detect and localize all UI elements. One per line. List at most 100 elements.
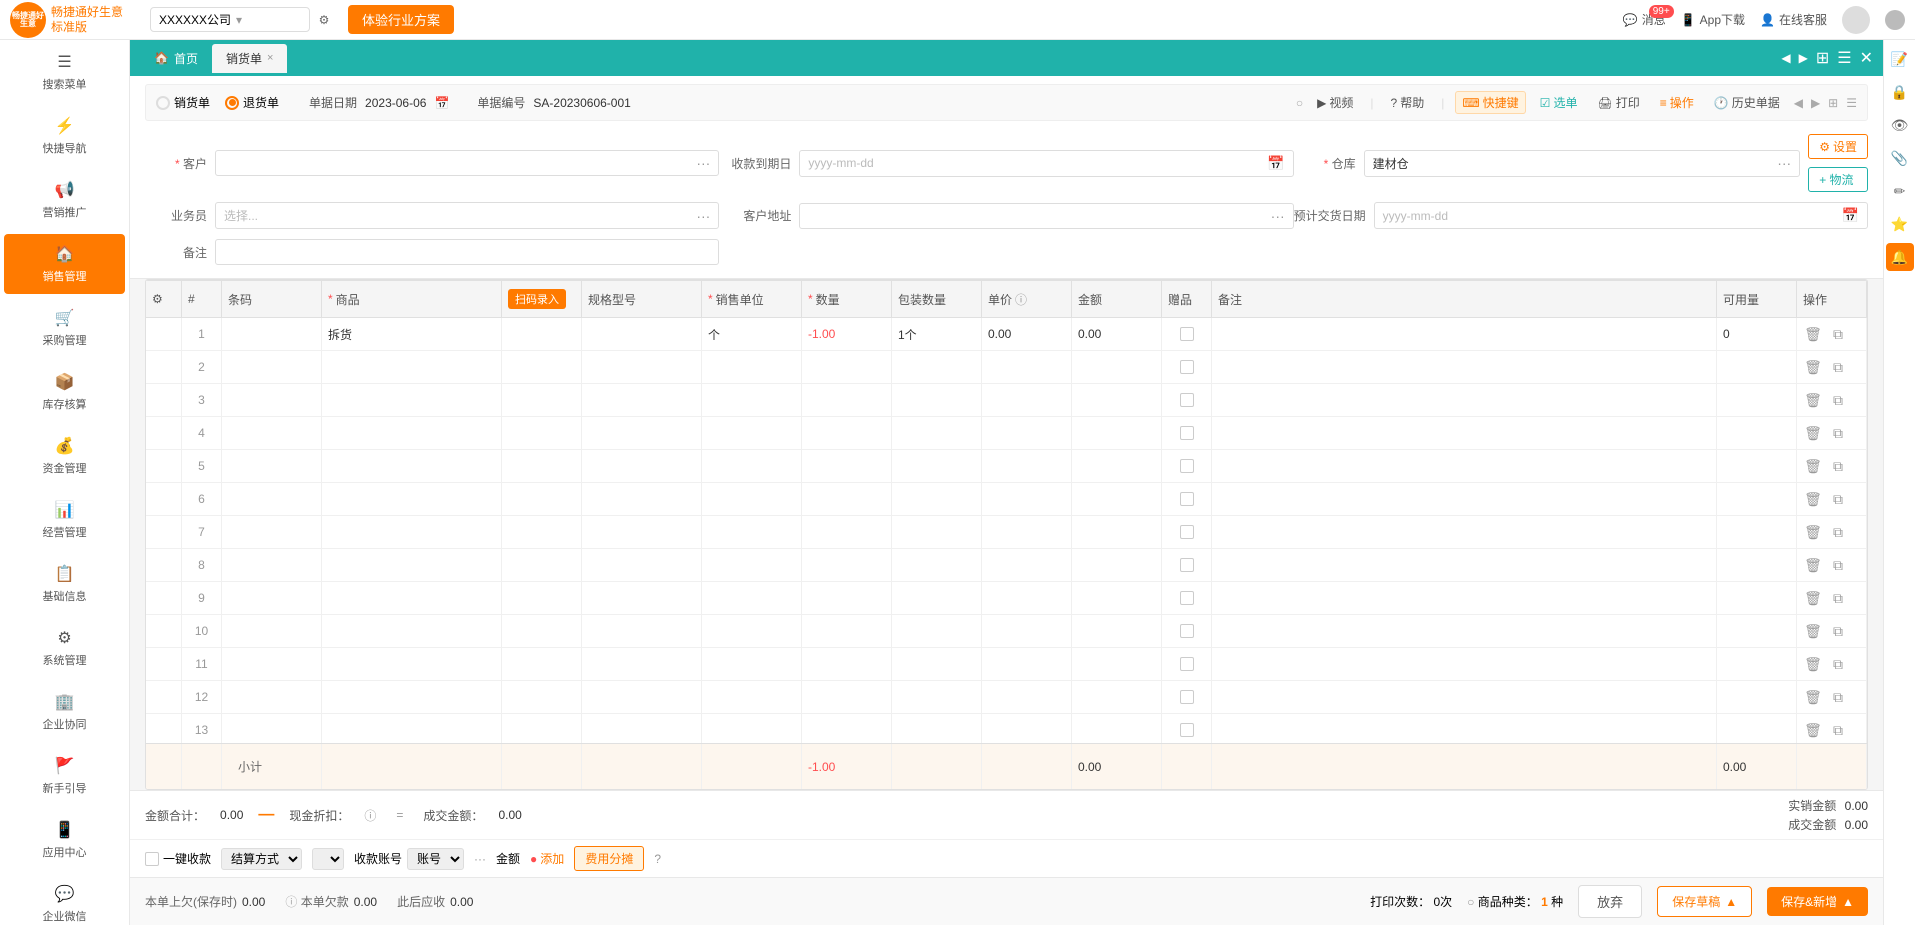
- td-product-2[interactable]: [322, 351, 502, 383]
- video-btn[interactable]: ▶ 视频: [1311, 91, 1359, 114]
- grid-view-icon[interactable]: ⊞: [1816, 48, 1829, 68]
- td-gift-3[interactable]: [1162, 384, 1212, 416]
- trial-button[interactable]: 体验行业方案: [348, 5, 454, 34]
- tab-close-icon[interactable]: ×: [267, 52, 273, 64]
- delete-icon-2[interactable]: 🗑: [1803, 357, 1823, 377]
- delete-icon-13[interactable]: 🗑: [1803, 720, 1823, 740]
- td-qty-2[interactable]: [802, 351, 892, 383]
- delete-icon-7[interactable]: 🗑: [1803, 522, 1823, 542]
- nav-right-icon[interactable]: ▶: [1811, 96, 1820, 110]
- sidebar-item-basic-info[interactable]: 📋 基础信息: [4, 554, 125, 614]
- customer-addr-input[interactable]: ···: [799, 203, 1293, 229]
- settlement-method-select2[interactable]: [312, 848, 344, 870]
- td-barcode-2[interactable]: [222, 351, 322, 383]
- history-btn[interactable]: 🕐 历史单据: [1708, 91, 1786, 114]
- delivery-date-calendar-icon[interactable]: 📅: [1842, 207, 1859, 224]
- add-button[interactable]: ● 添加: [530, 850, 564, 867]
- copy-icon-8[interactable]: ⧉: [1828, 555, 1848, 575]
- expense-split-button[interactable]: 费用分摊: [574, 846, 644, 871]
- warehouse-input[interactable]: 建材仓 ···: [1364, 150, 1801, 177]
- avatar-extra[interactable]: [1885, 10, 1905, 30]
- avatar[interactable]: [1842, 6, 1870, 34]
- gift-checkbox-2[interactable]: [1180, 360, 1194, 374]
- nav-prev-icon[interactable]: ◀: [1781, 51, 1790, 65]
- delete-icon-9[interactable]: 🗑: [1803, 588, 1823, 608]
- td-remark-3[interactable]: [1212, 384, 1717, 416]
- gift-checkbox-1[interactable]: [1180, 327, 1194, 341]
- delete-icon-8[interactable]: 🗑: [1803, 555, 1823, 575]
- gift-checkbox-3[interactable]: [1180, 393, 1194, 407]
- sidebar-item-search-order[interactable]: ☰ 搜索菜单: [4, 42, 125, 102]
- td-unit-2[interactable]: [702, 351, 802, 383]
- td-gift-2[interactable]: [1162, 351, 1212, 383]
- one-click-checkbox[interactable]: [145, 852, 159, 866]
- copy-icon-10[interactable]: ⧉: [1828, 621, 1848, 641]
- discard-button[interactable]: 放弃: [1578, 885, 1642, 918]
- copy-icon-1[interactable]: ⧉: [1828, 324, 1848, 344]
- warehouse-dots-icon[interactable]: ···: [1777, 155, 1791, 171]
- flow-button[interactable]: + 物流: [1808, 167, 1868, 192]
- radio-return-order[interactable]: 退货单: [225, 94, 279, 111]
- td-product-3[interactable]: [322, 384, 502, 416]
- calendar-icon-payment[interactable]: 📅: [1267, 155, 1284, 172]
- tab-home[interactable]: 🏠 首页: [140, 44, 212, 73]
- td-price-3[interactable]: [982, 384, 1072, 416]
- delete-icon-1[interactable]: 🗑: [1803, 324, 1823, 344]
- td-amount-2[interactable]: [1072, 351, 1162, 383]
- settlement-method-select[interactable]: 结算方式: [221, 848, 302, 870]
- select-order-btn[interactable]: ☑ 选单: [1534, 91, 1584, 114]
- sidebar-item-app-center[interactable]: 📱 应用中心: [4, 810, 125, 870]
- right-panel-view-icon[interactable]: 👁: [1886, 111, 1914, 139]
- scan-button[interactable]: 扫码录入: [508, 289, 566, 309]
- sidebar-item-purchase[interactable]: 🛒 采购管理: [4, 298, 125, 358]
- sidebar-item-operations[interactable]: 📊 经营管理: [4, 490, 125, 550]
- sidebar-item-marketing[interactable]: 📢 营销推广: [4, 170, 125, 230]
- shortcut-btn[interactable]: ⌨ 快捷键: [1455, 91, 1525, 114]
- td-spec-3[interactable]: [582, 384, 702, 416]
- message-button[interactable]: 💬 消息 99+: [1623, 11, 1666, 28]
- account-select[interactable]: 账号: [407, 848, 464, 870]
- sidebar-item-enterprise[interactable]: 🏢 企业协同: [4, 682, 125, 742]
- customer-addr-dots-icon[interactable]: ···: [1271, 208, 1285, 224]
- td-product-1[interactable]: 拆货: [322, 318, 502, 350]
- delete-icon-4[interactable]: 🗑: [1803, 423, 1823, 443]
- td-pkg-3[interactable]: [892, 384, 982, 416]
- calendar-icon[interactable]: 📅: [434, 96, 449, 110]
- td-remark-1[interactable]: [1212, 318, 1717, 350]
- right-panel-star-icon[interactable]: ⭐: [1886, 210, 1914, 238]
- price-info-icon[interactable]: ⓘ: [1015, 291, 1027, 308]
- operations-btn[interactable]: ≡ 操作: [1654, 91, 1700, 114]
- customer-input[interactable]: ···: [215, 150, 719, 176]
- td-spec-2[interactable]: [582, 351, 702, 383]
- sidebar-item-quick-nav[interactable]: ⚡ 快捷导航: [4, 106, 125, 166]
- app-download-button[interactable]: 📱 App下载: [1681, 11, 1745, 28]
- copy-icon-7[interactable]: ⧉: [1828, 522, 1848, 542]
- td-price-1[interactable]: 0.00: [982, 318, 1072, 350]
- info-icon-owe[interactable]: ⓘ: [285, 895, 297, 909]
- td-barcode-3[interactable]: [222, 384, 322, 416]
- delete-icon-12[interactable]: 🗑: [1803, 687, 1823, 707]
- cash-discount-info-icon[interactable]: ⓘ: [364, 807, 376, 824]
- copy-icon-4[interactable]: ⧉: [1828, 423, 1848, 443]
- copy-icon-9[interactable]: ⧉: [1828, 588, 1848, 608]
- online-service-button[interactable]: 👤 在线客服: [1760, 11, 1827, 28]
- sidebar-item-guide[interactable]: 🚩 新手引导: [4, 746, 125, 806]
- save-draft-button[interactable]: 保存草稿 ▲: [1657, 886, 1752, 917]
- td-qty-1[interactable]: -1.00: [802, 318, 892, 350]
- radio-sales-order[interactable]: 销货单: [156, 94, 210, 111]
- td-pkg-2[interactable]: [892, 351, 982, 383]
- td-unit-3[interactable]: [702, 384, 802, 416]
- th-settings[interactable]: ⚙: [146, 281, 182, 317]
- delete-icon-3[interactable]: 🗑: [1803, 390, 1823, 410]
- list-view-icon[interactable]: ☰: [1837, 48, 1851, 68]
- help-btn[interactable]: ? 帮助: [1385, 91, 1431, 114]
- gear-icon[interactable]: ⚙: [310, 6, 338, 34]
- sidebar-item-inventory[interactable]: 📦 库存核算: [4, 362, 125, 422]
- td-qty-3[interactable]: [802, 384, 892, 416]
- payment-due-input[interactable]: yyyy-mm-dd 📅: [799, 150, 1293, 177]
- copy-icon-11[interactable]: ⧉: [1828, 654, 1848, 674]
- td-gift-1[interactable]: [1162, 318, 1212, 350]
- sidebar-item-sales[interactable]: 🏠 销售管理: [4, 234, 125, 294]
- print-btn[interactable]: 🖨 打印: [1591, 91, 1645, 114]
- copy-icon-3[interactable]: ⧉: [1828, 390, 1848, 410]
